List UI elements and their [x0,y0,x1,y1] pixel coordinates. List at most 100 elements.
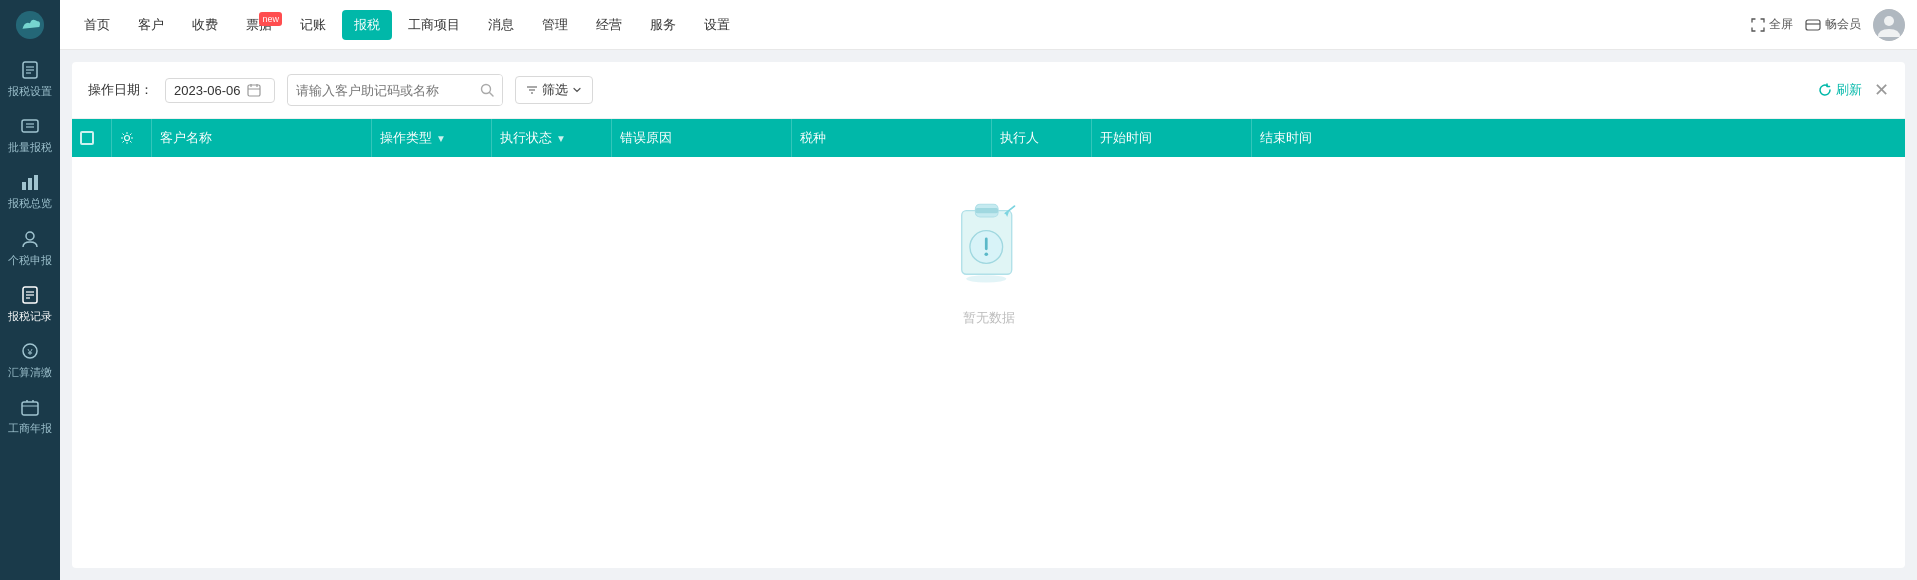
sidebar-item-huisuan-jiaona-label: 汇算清缴 [8,366,52,379]
sidebar-item-baoshui-jilu[interactable]: 报税记录 [0,275,60,331]
toolbar: 操作日期： 2023-06-06 [72,62,1905,119]
filter-label: 筛选 [542,81,568,99]
column-settings-icon[interactable] [120,131,134,145]
sidebar-item-geshuisb-label: 个税申报 [8,254,52,267]
sidebar-item-gongshang-nianbao-label: 工商年报 [8,422,52,435]
topnav: 首页 客户 收费 票据 new 记账 报税 工商项目 消息 管理 经营 服务 设… [60,0,1917,50]
sidebar-item-baoshui-zonglam[interactable]: 报税总览 [0,162,60,218]
nav-item-shoufei[interactable]: 收费 [180,10,230,40]
fullscreen-icon [1751,18,1765,32]
sidebar-item-huisuan-jiaona[interactable]: ¥ 汇算清缴 [0,331,60,387]
nav-item-shezhi[interactable]: 设置 [692,10,742,40]
nav-item-gongshang-xiangmu[interactable]: 工商项目 [396,10,472,40]
member-icon [1805,17,1821,33]
content-area: 操作日期： 2023-06-06 [60,50,1917,580]
chevron-down-icon [572,85,582,95]
th-end-time: 结束时间 [1252,119,1372,157]
baoshui-shezhi-icon [18,58,42,82]
sidebar-item-baoshui-jilu-label: 报税记录 [8,310,52,323]
filter-button[interactable]: 筛选 [515,76,593,104]
svg-line-29 [490,93,494,97]
close-button[interactable]: ✕ [1874,81,1889,99]
svg-text:¥: ¥ [26,347,33,357]
geshuisb-icon [18,227,42,251]
nav-item-piaoju[interactable]: 票据 new [234,10,284,40]
search-input[interactable] [288,78,472,103]
sidebar-item-baoshui-zonglam-label: 报税总览 [8,197,52,210]
search-icon [480,83,494,97]
svg-rect-5 [22,120,38,132]
nav-item-shouye[interactable]: 首页 [72,10,122,40]
main-area: 首页 客户 收费 票据 new 记账 报税 工商项目 消息 管理 经营 服务 设… [60,0,1917,580]
table-container[interactable]: 客户名称 操作类型 ▼ 执行状态 ▼ 错误原因 税种 [72,119,1905,568]
svg-point-39 [984,252,988,256]
refresh-icon [1818,83,1832,97]
nav-item-kehu[interactable]: 客户 [126,10,176,40]
svg-rect-8 [22,182,26,190]
th-exec-status: 执行状态 ▼ [492,119,612,157]
sidebar-item-gongshang-nianbao[interactable]: 工商年报 [0,387,60,443]
date-value: 2023-06-06 [174,83,241,98]
svg-point-23 [1884,16,1894,26]
sidebar: 报税设置 批量报税 报税总览 个税申报 [0,0,60,580]
svg-point-11 [26,232,34,240]
empty-state-icon [939,197,1039,297]
content-panel: 操作日期： 2023-06-06 [72,62,1905,568]
fullscreen-label: 全屏 [1769,16,1793,33]
nav-item-guanli[interactable]: 管理 [530,10,580,40]
date-label: 操作日期： [88,81,153,99]
svg-rect-10 [34,175,38,190]
calendar-icon [247,83,261,97]
sidebar-item-piliang-baoshui-label: 批量报税 [8,141,52,154]
search-box [287,74,503,106]
svg-rect-36 [975,208,998,213]
svg-point-42 [966,275,1006,282]
refresh-button[interactable]: 刷新 [1818,81,1862,99]
refresh-label: 刷新 [1836,81,1862,99]
sidebar-item-baoshui-shezhi-label: 报税设置 [8,85,52,98]
th-start-time: 开始时间 [1092,119,1252,157]
th-operation-type: 操作类型 ▼ [372,119,492,157]
topnav-items: 首页 客户 收费 票据 new 记账 报税 工商项目 消息 管理 经营 服务 设… [72,10,1751,40]
th-settings [112,119,152,157]
piaoju-new-badge: new [259,12,282,26]
sidebar-logo [0,0,60,50]
sidebar-item-geshuisb[interactable]: 个税申报 [0,219,60,275]
nav-item-xiaoxi[interactable]: 消息 [476,10,526,40]
sort-icon-exec-status: ▼ [556,133,566,144]
th-customer-name: 客户名称 [152,119,372,157]
baoshui-jilu-icon [18,283,42,307]
nav-item-baoshui[interactable]: 报税 [342,10,392,40]
user-avatar[interactable] [1873,9,1905,41]
nav-item-fuwu[interactable]: 服务 [638,10,688,40]
member-label: 畅会员 [1825,16,1861,33]
svg-point-33 [125,136,130,141]
search-button[interactable] [472,75,502,105]
member-button[interactable]: 畅会员 [1805,16,1861,33]
nav-item-jizhang[interactable]: 记账 [288,10,338,40]
sort-icon-operation-type: ▼ [436,133,446,144]
empty-text: 暂无数据 [963,309,1015,327]
piliang-baoshui-icon [18,114,42,138]
date-picker[interactable]: 2023-06-06 [165,78,275,103]
th-checkbox [72,119,112,157]
th-executor: 执行人 [992,119,1092,157]
filter-icon [526,84,538,96]
svg-rect-18 [22,402,38,415]
baoshui-zonglam-icon [18,170,42,194]
topnav-right: 全屏 畅会员 [1751,9,1905,41]
nav-item-jingying[interactable]: 经营 [584,10,634,40]
table-header: 客户名称 操作类型 ▼ 执行状态 ▼ 错误原因 税种 [72,119,1905,157]
svg-rect-24 [248,85,260,96]
fullscreen-button[interactable]: 全屏 [1751,16,1793,33]
select-all-checkbox[interactable] [80,131,94,145]
sidebar-item-piliang-baoshui[interactable]: 批量报税 [0,106,60,162]
svg-rect-20 [1806,20,1820,30]
gongshang-nianbao-icon [18,395,42,419]
th-error-reason: 错误原因 [612,119,792,157]
avatar-image [1873,9,1905,41]
toolbar-right: 刷新 ✕ [1818,81,1889,99]
th-tax-type: 税种 [792,119,992,157]
empty-state: 暂无数据 [72,157,1905,367]
sidebar-item-baoshui-shezhi[interactable]: 报税设置 [0,50,60,106]
